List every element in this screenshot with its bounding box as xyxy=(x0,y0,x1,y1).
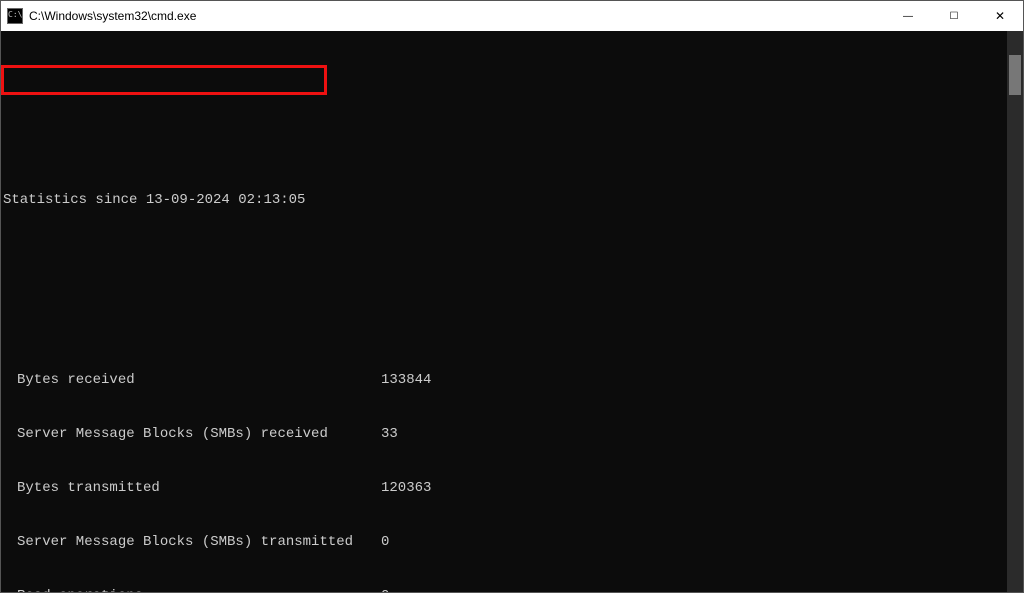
terminal-output[interactable]: Statistics since 13-09-2024 02:13:05 Byt… xyxy=(1,31,1023,592)
close-button[interactable]: ✕ xyxy=(977,1,1023,31)
stat-label: Server Message Blocks (SMBs) received xyxy=(17,425,381,443)
table-row: Server Message Blocks (SMBs) received33 xyxy=(1,425,1023,443)
table-row: Bytes received133844 xyxy=(1,371,1023,389)
stat-label: Bytes transmitted xyxy=(17,479,381,497)
cmd-window: C:\ C:\Windows\system32\cmd.exe — ☐ ✕ St… xyxy=(0,0,1024,593)
table-row: Server Message Blocks (SMBs) transmitted… xyxy=(1,533,1023,551)
titlebar[interactable]: C:\ C:\Windows\system32\cmd.exe — ☐ ✕ xyxy=(1,1,1023,31)
stat-value: 0 xyxy=(381,587,389,592)
cmd-icon: C:\ xyxy=(7,8,23,24)
scrollbar[interactable] xyxy=(1007,31,1023,592)
maximize-button[interactable]: ☐ xyxy=(931,1,977,31)
window-title: C:\Windows\system32\cmd.exe xyxy=(29,9,885,23)
stat-label: Server Message Blocks (SMBs) transmitted xyxy=(17,533,381,551)
scrollbar-thumb[interactable] xyxy=(1009,55,1021,95)
table-row: Read operations0 xyxy=(1,587,1023,592)
stat-label: Read operations xyxy=(17,587,381,592)
stat-value: 133844 xyxy=(381,371,431,389)
window-controls: — ☐ ✕ xyxy=(885,1,1023,31)
stat-value: 120363 xyxy=(381,479,431,497)
annotation-highlight xyxy=(1,65,327,95)
minimize-button[interactable]: — xyxy=(885,1,931,31)
table-row: Bytes transmitted120363 xyxy=(1,479,1023,497)
stats-since-line: Statistics since 13-09-2024 02:13:05 xyxy=(1,191,1023,209)
stat-value: 33 xyxy=(381,425,398,443)
stat-value: 0 xyxy=(381,533,389,551)
stat-label: Bytes received xyxy=(17,371,381,389)
stats-block-a: Bytes received133844 Server Message Bloc… xyxy=(1,335,1023,592)
